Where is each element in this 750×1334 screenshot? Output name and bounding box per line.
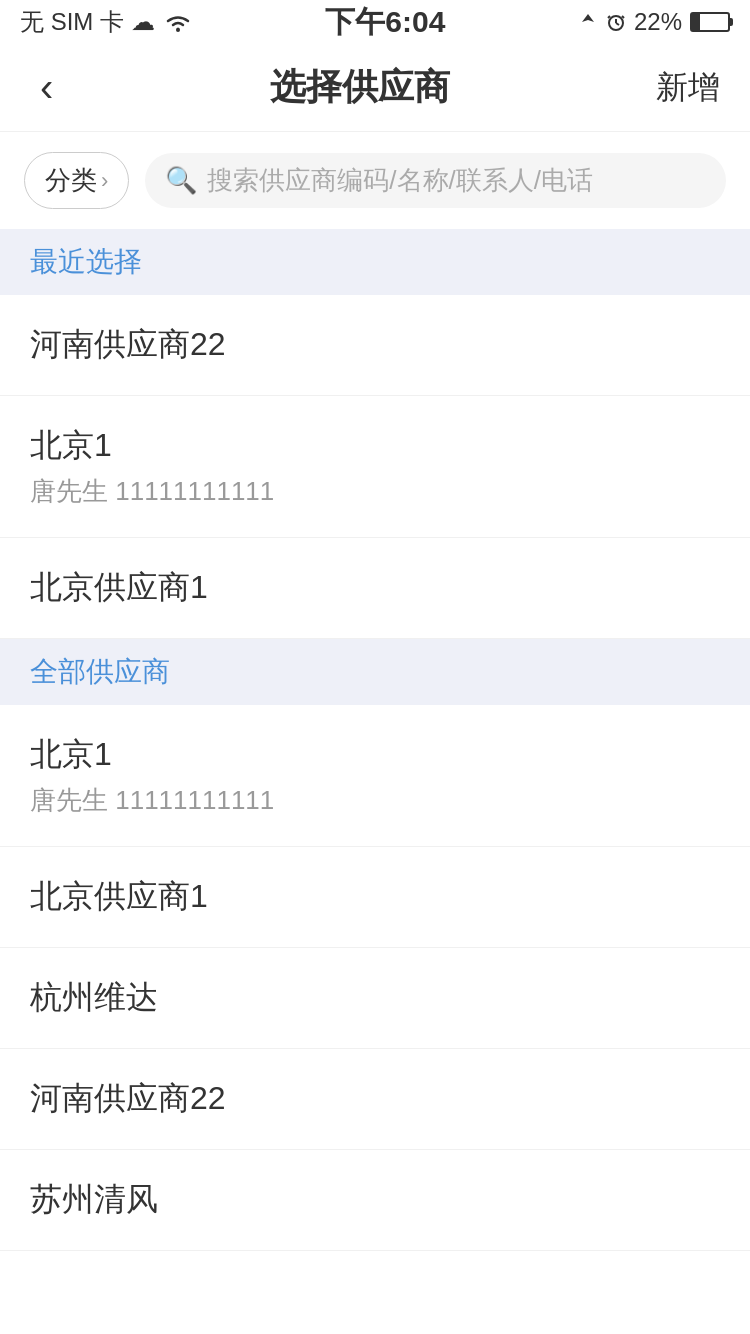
location-icon — [578, 12, 598, 32]
item-name: 北京1 — [30, 733, 720, 777]
item-name: 河南供应商22 — [30, 323, 720, 367]
search-input-wrapper[interactable]: 🔍 搜索供应商编码/名称/联系人/电话 — [145, 153, 726, 208]
page-title: 选择供应商 — [270, 63, 450, 112]
filter-bar: 分类 › 🔍 搜索供应商编码/名称/联系人/电话 — [0, 132, 750, 229]
add-button[interactable]: 新增 — [656, 66, 720, 110]
list-item[interactable]: 北京1 唐先生 11111111111 — [0, 396, 750, 538]
status-left: 无 SIM 卡 ☁ — [20, 6, 193, 38]
chevron-icon: › — [101, 168, 108, 194]
no-sim-text: 无 SIM 卡 ☁ — [20, 6, 155, 38]
category-label: 分类 — [45, 163, 97, 198]
item-detail: 唐先生 11111111111 — [30, 783, 720, 818]
section-header-recent: 最近选择 — [0, 229, 750, 295]
search-placeholder: 搜索供应商编码/名称/联系人/电话 — [207, 163, 593, 198]
item-name: 北京供应商1 — [30, 566, 720, 610]
alarm-icon — [606, 12, 626, 32]
list-item[interactable]: 杭州维达 — [0, 948, 750, 1049]
status-right: 22% — [578, 8, 730, 36]
status-bar: 无 SIM 卡 ☁ 下午6:04 22% — [0, 0, 750, 44]
section-header-all: 全部供应商 — [0, 639, 750, 705]
battery-percent: 22% — [634, 8, 682, 36]
item-name: 苏州清风 — [30, 1178, 720, 1222]
svg-point-0 — [176, 28, 180, 32]
back-button[interactable]: ‹ — [30, 55, 63, 120]
status-time: 下午6:04 — [325, 2, 445, 43]
svg-line-3 — [616, 23, 619, 25]
category-button[interactable]: 分类 › — [24, 152, 129, 209]
item-name: 北京供应商1 — [30, 875, 720, 919]
search-icon: 🔍 — [165, 165, 197, 196]
list-item[interactable]: 北京供应商1 — [0, 538, 750, 639]
list-item[interactable]: 河南供应商22 — [0, 295, 750, 396]
item-detail: 唐先生 11111111111 — [30, 474, 720, 509]
item-name: 杭州维达 — [30, 976, 720, 1020]
list-item[interactable]: 苏州清风 — [0, 1150, 750, 1251]
list-item[interactable]: 河南供应商22 — [0, 1049, 750, 1150]
nav-bar: ‹ 选择供应商 新增 — [0, 44, 750, 132]
item-name: 北京1 — [30, 424, 720, 468]
list-item[interactable]: 北京供应商1 — [0, 847, 750, 948]
battery-icon — [690, 12, 730, 32]
wifi-icon — [163, 11, 193, 33]
list-item[interactable]: 北京1 唐先生 11111111111 — [0, 705, 750, 847]
sections-container: 最近选择河南供应商22 北京1 唐先生 11111111111 北京供应商1 全部供应商… — [0, 229, 750, 1251]
item-name: 河南供应商22 — [30, 1077, 720, 1121]
